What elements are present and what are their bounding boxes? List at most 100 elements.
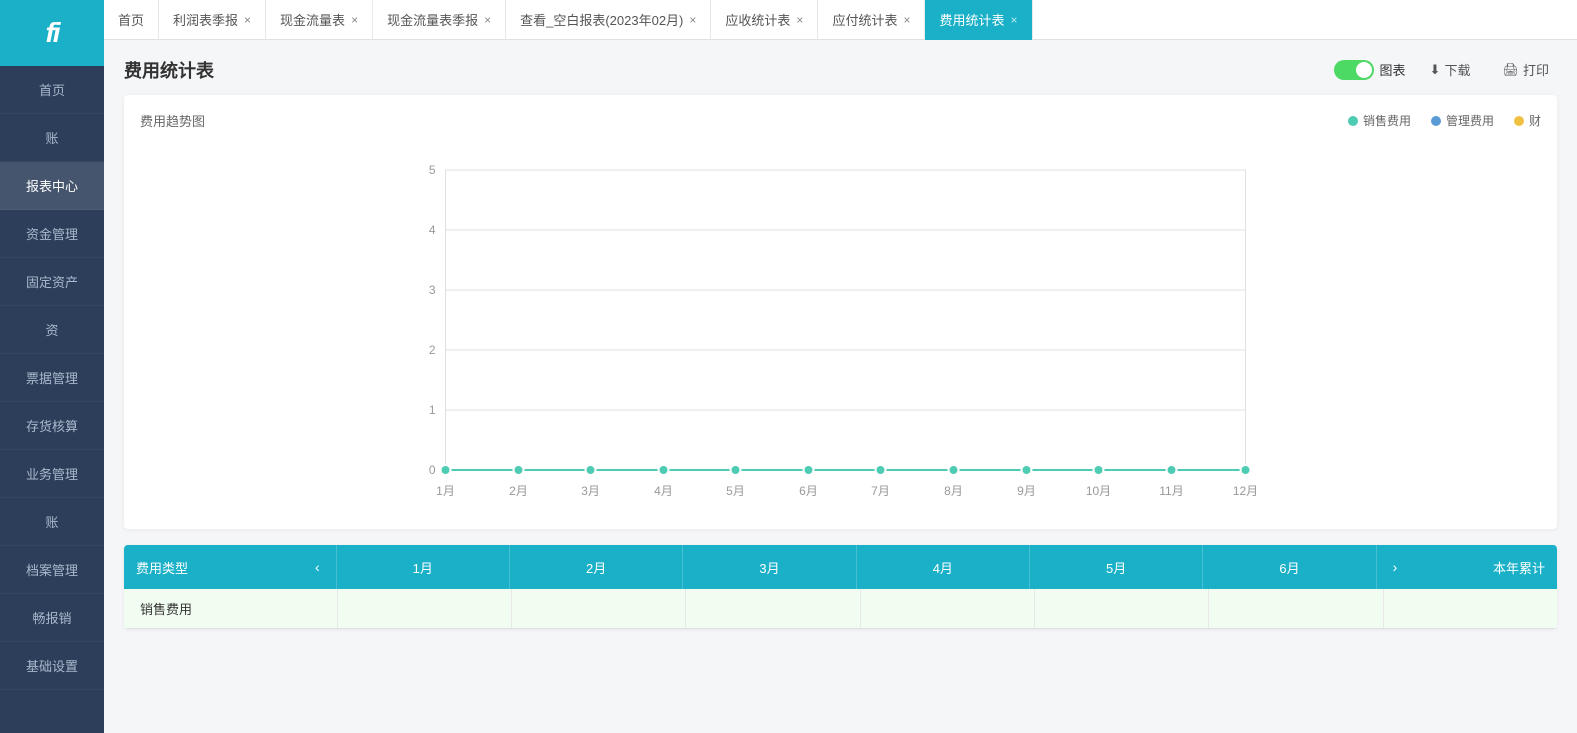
tab-expense[interactable]: 费用统计表 × — [925, 0, 1032, 40]
sidebar-item-report[interactable]: 报表中心 — [0, 162, 104, 210]
prev-arrow[interactable]: ‹ — [311, 559, 324, 575]
svg-text:11月: 11月 — [1159, 484, 1183, 498]
svg-text:9月: 9月 — [1017, 484, 1036, 498]
tab-receivable-close[interactable]: × — [796, 13, 803, 27]
next-arrow[interactable]: › — [1389, 559, 1402, 575]
legend-mgmt-dot — [1431, 116, 1441, 126]
tab-expense-close[interactable]: × — [1010, 13, 1017, 27]
tab-payable-label: 应付统计表 — [832, 10, 897, 29]
th-m6: 6月 — [1203, 545, 1376, 589]
table-row: 销售费用 — [124, 589, 1557, 629]
sidebar-item-assets[interactable]: 固定资产 — [0, 258, 104, 306]
sidebar-item-ledger[interactable]: 账 — [0, 498, 104, 546]
svg-text:2: 2 — [429, 343, 436, 357]
th-m3: 3月 — [683, 545, 856, 589]
svg-text:1月: 1月 — [436, 484, 455, 498]
svg-text:3: 3 — [429, 283, 436, 297]
sidebar-item-fund[interactable]: 资金管理 — [0, 210, 104, 258]
tab-payable-close[interactable]: × — [903, 13, 910, 27]
page-header: 费用统计表 图表 ⬇ 下载 🖨 打印 — [104, 40, 1577, 95]
print-label: 打印 — [1523, 60, 1549, 79]
tab-blank-close[interactable]: × — [689, 13, 696, 27]
print-button[interactable]: 🖨 打印 — [1494, 56, 1557, 83]
th-m4-label: 4月 — [933, 558, 953, 577]
th-type: 费用类型 ‹ — [124, 545, 337, 589]
tab-profit-label: 利润表季报 — [173, 10, 238, 29]
chart-svg: 5 4 3 2 1 0 1月 2月 3月 4月 5月 6月 7月 8月 9月 — [140, 140, 1541, 510]
chart-header: 费用趋势图 销售费用 管理费用 财 — [140, 111, 1541, 130]
chart-toggle-label: 图表 — [1380, 60, 1406, 79]
expense-table: 费用类型 ‹ 1月 2月 3月 4月 5月 — [124, 545, 1557, 629]
sidebar-item-archive[interactable]: 档案管理 — [0, 546, 104, 594]
sidebar-item-invest[interactable]: 资 — [0, 306, 104, 354]
header-actions: 图表 ⬇ 下载 🖨 打印 — [1334, 56, 1557, 83]
print-icon: 🖨 — [1502, 62, 1519, 78]
td-m2 — [512, 589, 686, 628]
th-m3-label: 3月 — [759, 558, 779, 577]
main-area: 首页 利润表季报 × 现金流量表 × 现金流量表季报 × 查看_空白报表(202… — [104, 0, 1577, 733]
td-m3 — [686, 589, 860, 628]
sidebar-item-expense[interactable]: 畅报销 — [0, 594, 104, 642]
td-ytd — [1384, 589, 1557, 628]
tab-cashflow-close[interactable]: × — [351, 13, 358, 27]
tab-profit[interactable]: 利润表季报 × — [159, 0, 266, 40]
th-m2-label: 2月 — [586, 558, 606, 577]
td-m4 — [861, 589, 1035, 628]
tab-payable[interactable]: 应付统计表 × — [818, 0, 925, 40]
chart-svg-container: 5 4 3 2 1 0 1月 2月 3月 4月 5月 6月 7月 8月 9月 — [140, 140, 1541, 513]
td-m5 — [1035, 589, 1209, 628]
svg-text:1: 1 — [429, 403, 436, 417]
tab-cashflow[interactable]: 现金流量表 × — [266, 0, 373, 40]
chart-toggle[interactable] — [1334, 60, 1374, 80]
sidebar-item-inventory[interactable]: 存货核算 — [0, 402, 104, 450]
th-m1-label: 1月 — [413, 558, 433, 577]
legend-sales: 销售费用 — [1348, 112, 1411, 129]
th-ytd: › 本年累计 — [1377, 545, 1557, 589]
svg-text:4: 4 — [429, 223, 436, 237]
th-m1: 1月 — [337, 545, 510, 589]
svg-text:2月: 2月 — [509, 484, 528, 498]
sidebar-item-bills[interactable]: 票据管理 — [0, 354, 104, 402]
content-area: 费用统计表 图表 ⬇ 下载 🖨 打印 费用趋势图 — [104, 40, 1577, 733]
tab-receivable-label: 应收统计表 — [725, 10, 790, 29]
legend-sales-label: 销售费用 — [1363, 112, 1411, 129]
download-icon: ⬇ — [1430, 62, 1441, 78]
tab-profit-close[interactable]: × — [244, 13, 251, 27]
th-m2: 2月 — [510, 545, 683, 589]
tab-cashflow-q[interactable]: 现金流量表季报 × — [373, 0, 506, 40]
th-m4: 4月 — [857, 545, 1030, 589]
tab-cashflow-q-close[interactable]: × — [484, 13, 491, 27]
chart-legend: 销售费用 管理费用 财 — [1348, 112, 1541, 129]
legend-finance-dot — [1514, 116, 1524, 126]
legend-finance-label: 财 — [1529, 112, 1541, 129]
th-m5: 5月 — [1030, 545, 1203, 589]
page-title: 费用统计表 — [124, 57, 214, 83]
legend-sales-dot — [1348, 116, 1358, 126]
sidebar-item-home[interactable]: 首页 — [0, 66, 104, 114]
download-label: 下载 — [1444, 60, 1470, 79]
svg-text:3月: 3月 — [581, 484, 600, 498]
tab-home-label: 首页 — [118, 10, 144, 29]
th-type-label: 费用类型 — [136, 558, 188, 577]
legend-finance: 财 — [1514, 112, 1541, 129]
sidebar-item-business[interactable]: 业务管理 — [0, 450, 104, 498]
th-m5-label: 5月 — [1106, 558, 1126, 577]
sidebar-item-settings[interactable]: 基础设置 — [0, 642, 104, 690]
tab-receivable[interactable]: 应收统计表 × — [711, 0, 818, 40]
svg-text:4月: 4月 — [654, 484, 673, 498]
tab-blank-label: 查看_空白报表(2023年02月) — [520, 10, 683, 29]
tab-bar: 首页 利润表季报 × 现金流量表 × 现金流量表季报 × 查看_空白报表(202… — [104, 0, 1577, 40]
tab-cashflow-label: 现金流量表 — [280, 10, 345, 29]
svg-text:0: 0 — [429, 463, 436, 477]
th-m6-label: 6月 — [1279, 558, 1299, 577]
tab-home[interactable]: 首页 — [104, 0, 159, 40]
sidebar: fi 首页 账 报表中心 资金管理 固定资产 资 票据管理 存货核算 业务管理 … — [0, 0, 104, 733]
table-header: 费用类型 ‹ 1月 2月 3月 4月 5月 — [124, 545, 1557, 589]
app-logo: fi — [0, 0, 104, 66]
tab-blank[interactable]: 查看_空白报表(2023年02月) × — [506, 0, 711, 40]
sidebar-item-account[interactable]: 账 — [0, 114, 104, 162]
chart-title: 费用趋势图 — [140, 111, 205, 130]
download-button[interactable]: ⬇ 下载 — [1422, 56, 1479, 83]
svg-text:10月: 10月 — [1086, 484, 1111, 498]
th-ytd-label: 本年累计 — [1493, 558, 1545, 577]
